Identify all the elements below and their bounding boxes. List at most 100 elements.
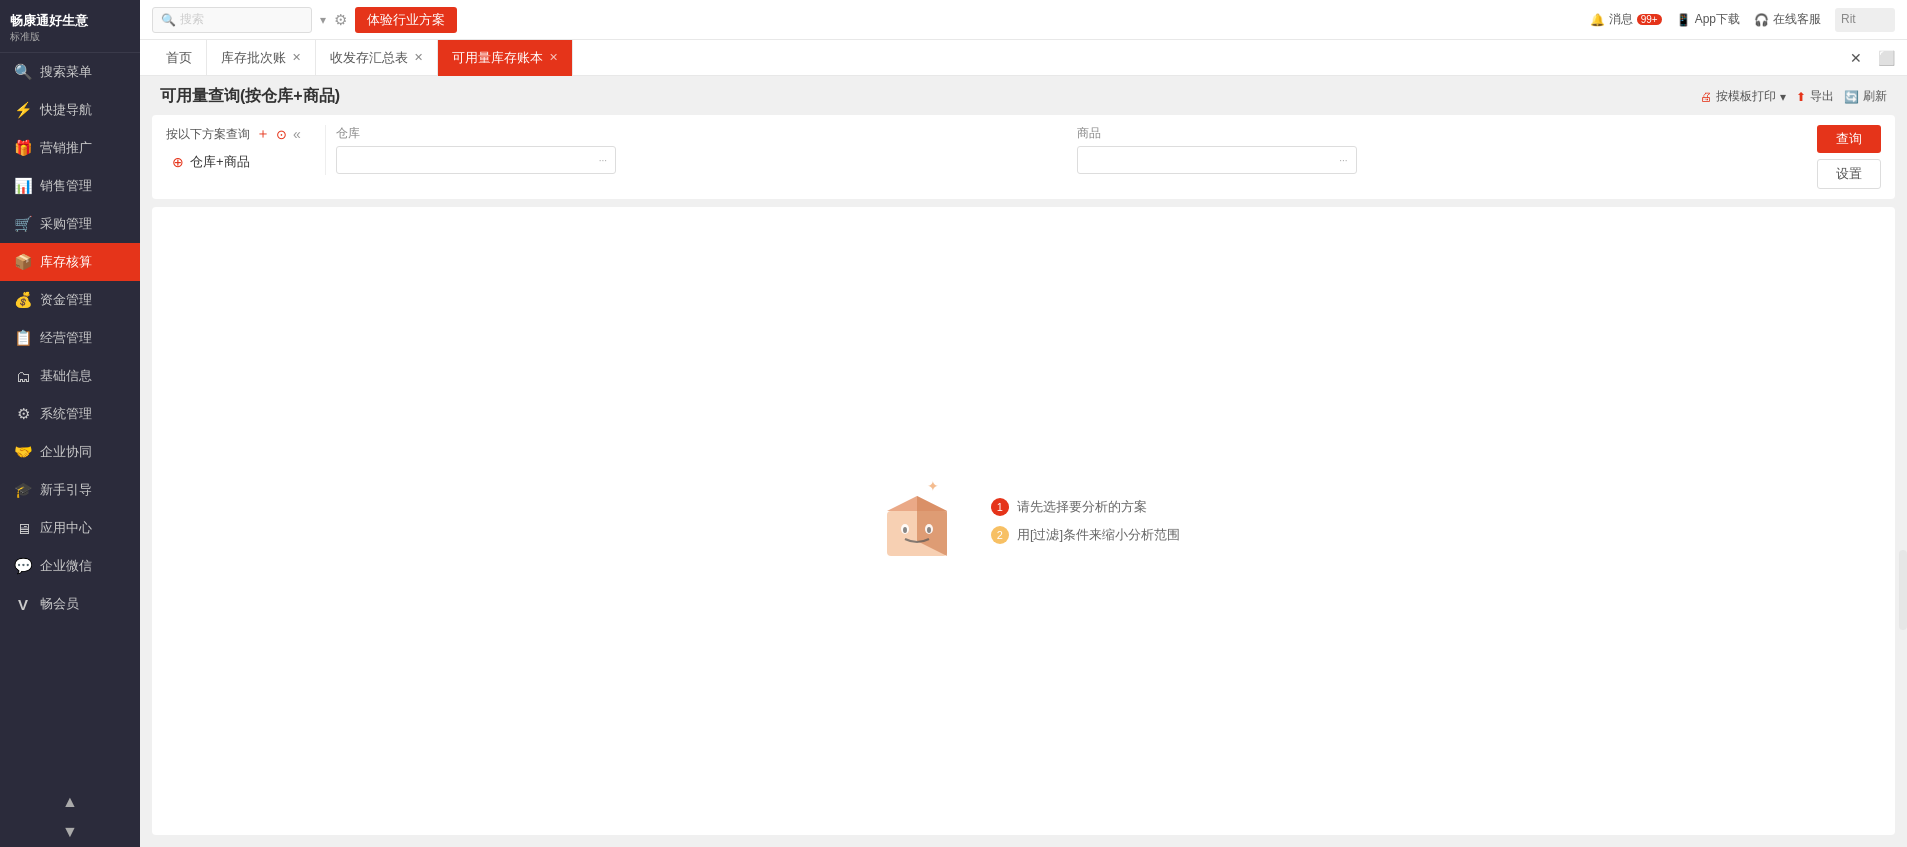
tab-home[interactable]: 首页 (152, 40, 207, 76)
scheme-header: 按以下方案查询 ＋ ⊙ « (166, 125, 311, 143)
sidebar-item-onboard[interactable]: 🎓 新手引导 (0, 471, 140, 509)
scheme-item-label: 仓库+商品 (190, 153, 250, 171)
main-area: 🔍 搜索 ▾ ⚙ 体验行业方案 🔔 消息 99+ 📱 App下载 🎧 在线客服 … (140, 0, 1907, 847)
tip-num-1: 1 (991, 498, 1009, 516)
scheme-section: 按以下方案查询 ＋ ⊙ « ⊕ 仓库+商品 (166, 125, 326, 175)
query-panel: 按以下方案查询 ＋ ⊙ « ⊕ 仓库+商品 仓库 ·· (152, 115, 1895, 199)
gear-icon: ⚙ (14, 405, 32, 423)
app-download-button[interactable]: 📱 App下载 (1676, 11, 1740, 28)
sidebar-item-label: 应用中心 (40, 519, 92, 537)
sidebar-item-basic-info[interactable]: 🗂 基础信息 (0, 357, 140, 395)
empty-tip-2: 2 用[过滤]条件来缩小分析范围 (991, 526, 1180, 544)
bell-icon: 🔔 (1590, 13, 1605, 27)
refresh-action[interactable]: 🔄 刷新 (1844, 88, 1887, 105)
print-action[interactable]: 🖨 按模板打印 ▾ (1700, 88, 1786, 105)
sidebar-item-label: 经营管理 (40, 329, 92, 347)
page-header: 可用量查询(按仓库+商品) 🖨 按模板打印 ▾ ⬆ 导出 🔄 刷新 (140, 76, 1907, 115)
topbar-right: 🔔 消息 99+ 📱 App下载 🎧 在线客服 Rit (1590, 8, 1895, 32)
user-avatar[interactable]: Rit (1835, 8, 1895, 32)
message-badge: 99+ (1637, 14, 1662, 25)
close-window-button[interactable]: ✕ (1843, 45, 1869, 71)
sidebar-item-inventory[interactable]: 📦 库存核算 (0, 243, 140, 281)
tab-batch-account[interactable]: 库存批次账 ✕ (207, 40, 316, 76)
settings-icon[interactable]: ⚙ (334, 11, 347, 29)
sidebar-item-sales[interactable]: 📊 销售管理 (0, 167, 140, 205)
search-icon: 🔍 (161, 13, 176, 27)
sidebar-item-label: 资金管理 (40, 291, 92, 309)
sidebar-item-label: 畅会员 (40, 595, 79, 613)
print-chevron-icon[interactable]: ▾ (1780, 90, 1786, 104)
tab-available-ledger[interactable]: 可用量库存账本 ✕ (438, 40, 573, 76)
empty-svg: ✦ (867, 471, 967, 571)
product-label: 商品 (1077, 125, 1808, 142)
content-area: 可用量查询(按仓库+商品) 🖨 按模板打印 ▾ ⬆ 导出 🔄 刷新 (140, 76, 1907, 847)
maximize-window-button[interactable]: ⬜ (1873, 45, 1899, 71)
app-download-label: App下载 (1695, 11, 1740, 28)
close-icon[interactable]: ✕ (292, 51, 301, 64)
topbar: 🔍 搜索 ▾ ⚙ 体验行业方案 🔔 消息 99+ 📱 App下载 🎧 在线客服 … (140, 0, 1907, 40)
sidebar-item-label: 系统管理 (40, 405, 92, 423)
close-icon[interactable]: ✕ (549, 51, 558, 64)
export-action[interactable]: ⬆ 导出 (1796, 88, 1834, 105)
svg-point-5 (903, 527, 907, 533)
sidebar-item-app-center[interactable]: 🖥 应用中心 (0, 509, 140, 547)
add-scheme-button[interactable]: ＋ (256, 125, 270, 143)
message-label: 消息 (1609, 11, 1633, 28)
chat-icon: 💬 (14, 557, 32, 575)
tab-receive-summary[interactable]: 收发存汇总表 ✕ (316, 40, 438, 76)
scheme-icon: ⊕ (172, 154, 184, 170)
sidebar-item-purchase[interactable]: 🛒 采购管理 (0, 205, 140, 243)
message-button[interactable]: 🔔 消息 99+ (1590, 11, 1662, 28)
settings-scheme-button[interactable]: ⊙ (276, 127, 287, 142)
print-label: 按模板打印 (1716, 88, 1776, 105)
sidebar-item-enterprise[interactable]: 🤝 企业协同 (0, 433, 140, 471)
svg-point-6 (927, 527, 931, 533)
sidebar-item-marketing[interactable]: 🎁 营销推广 (0, 129, 140, 167)
app-subtitle: 标准版 (10, 30, 130, 44)
sidebar-item-search[interactable]: 🔍 搜索菜单 (0, 53, 140, 91)
sidebar-item-wechat[interactable]: 💬 企业微信 (0, 547, 140, 585)
dropdown-chevron-icon[interactable]: ▾ (320, 13, 326, 27)
empty-tip-1: 1 请先选择要分析的方案 (991, 498, 1180, 516)
print-icon: 🖨 (1700, 90, 1712, 104)
sidebar-item-label: 新手引导 (40, 481, 92, 499)
sidebar-item-label: 企业微信 (40, 557, 92, 575)
sidebar-item-shortcut[interactable]: ⚡ 快捷导航 (0, 91, 140, 129)
chart-icon: 📊 (14, 177, 32, 195)
product-more-icon[interactable]: ··· (1339, 155, 1347, 166)
sidebar-scroll-down[interactable]: ▼ (0, 817, 140, 847)
sidebar-scroll-up[interactable]: ▲ (0, 787, 140, 817)
sidebar-item-operation[interactable]: 📋 经营管理 (0, 319, 140, 357)
tip-num-2: 2 (991, 526, 1009, 544)
warehouse-more-icon[interactable]: ··· (599, 155, 607, 166)
online-service-button[interactable]: 🎧 在线客服 (1754, 11, 1821, 28)
clipboard-icon: 📋 (14, 329, 32, 347)
query-button[interactable]: 查询 (1817, 125, 1881, 153)
svg-text:✦: ✦ (927, 478, 939, 494)
warehouse-input[interactable]: ··· (336, 146, 616, 174)
sidebar-item-label: 营销推广 (40, 139, 92, 157)
sidebar-item-member[interactable]: V 畅会员 (0, 585, 140, 623)
empty-illustration: ✦ (867, 471, 967, 571)
graduation-icon: 🎓 (14, 481, 32, 499)
trial-button[interactable]: 体验行业方案 (355, 7, 457, 33)
monitor-icon: 🖥 (14, 520, 32, 537)
sidebar-item-finance[interactable]: 💰 资金管理 (0, 281, 140, 319)
lightning-icon: ⚡ (14, 101, 32, 119)
product-input[interactable]: ··· (1077, 146, 1357, 174)
close-icon[interactable]: ✕ (414, 51, 423, 64)
tip-text-1: 请先选择要分析的方案 (1017, 498, 1147, 516)
sidebar-nav: 🔍 搜索菜单 ⚡ 快捷导航 🎁 营销推广 📊 销售管理 🛒 采购管理 📦 库存核… (0, 53, 140, 787)
export-label: 导出 (1810, 88, 1834, 105)
tab-receive-summary-label: 收发存汇总表 (330, 49, 408, 67)
action-buttons: 查询 设置 (1817, 125, 1881, 189)
page-header-actions: 🖨 按模板打印 ▾ ⬆ 导出 🔄 刷新 (1700, 88, 1887, 105)
right-scrollbar[interactable] (1899, 550, 1907, 630)
global-search[interactable]: 🔍 搜索 (152, 7, 312, 33)
filter-row: 仓库 ··· 商品 ··· (336, 125, 1807, 174)
scheme-item-warehouse-product[interactable]: ⊕ 仓库+商品 (166, 149, 311, 175)
settings-button[interactable]: 设置 (1817, 159, 1881, 189)
collapse-button[interactable]: « (293, 126, 301, 142)
sidebar-item-system[interactable]: ⚙ 系统管理 (0, 395, 140, 433)
sidebar-item-label: 快捷导航 (40, 101, 92, 119)
